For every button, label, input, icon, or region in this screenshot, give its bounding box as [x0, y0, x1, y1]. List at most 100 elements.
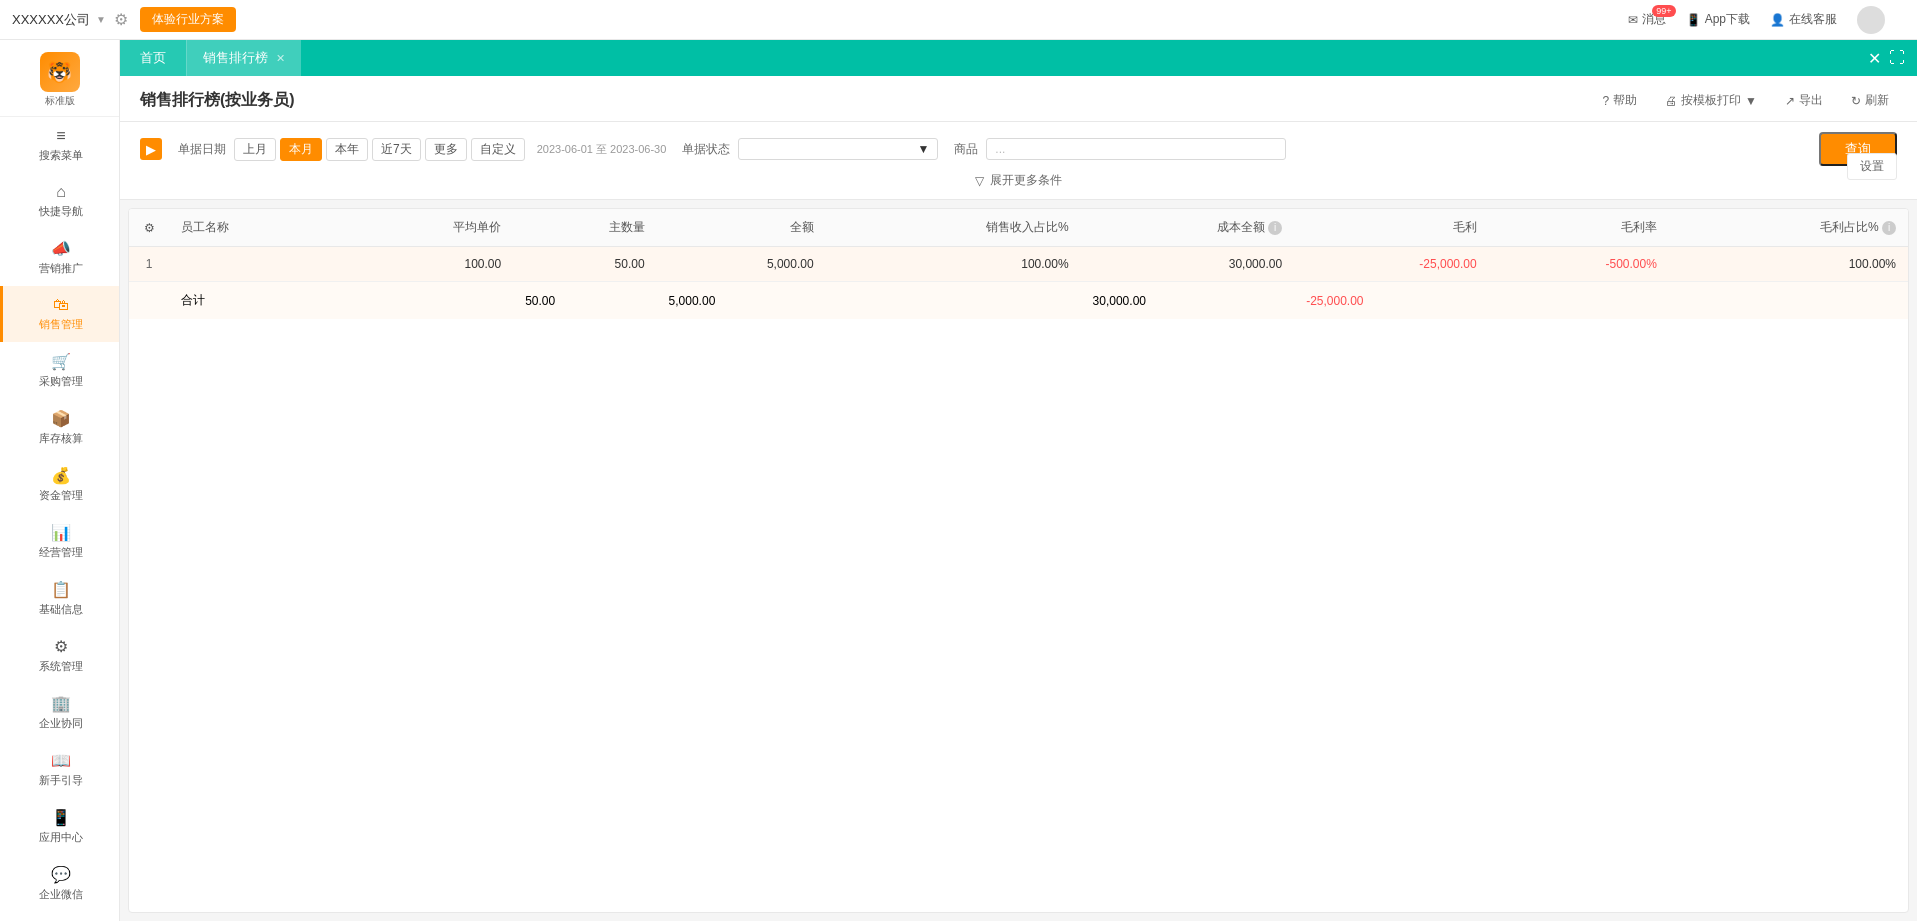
col-cost: 成本全额 i [1081, 209, 1295, 247]
purchase-icon: 🛒 [51, 352, 71, 371]
date-btn-more[interactable]: 更多 [425, 138, 467, 161]
date-btn-custom[interactable]: 自定义 [471, 138, 525, 161]
sidebar-item-inventory[interactable]: 📦 库存核算 [0, 399, 119, 456]
refresh-button[interactable]: ↻ 刷新 [1843, 88, 1897, 113]
cell-rank: 1 [129, 247, 169, 282]
app-center-icon: 📱 [51, 808, 71, 827]
settings-button[interactable]: 设置 [1847, 153, 1897, 180]
sidebar-item-search-order[interactable]: ≡ 搜索菜单 [0, 117, 119, 173]
online-service-label: 在线客服 [1789, 11, 1837, 28]
table-body: 1 100.00 50.00 5,000.00 100.00% 30,000.0… [129, 247, 1908, 282]
sidebar-item-operations[interactable]: 📊 经营管理 [0, 513, 119, 570]
sidebar-item-purchase[interactable]: 🛒 采购管理 [0, 342, 119, 399]
company-selector[interactable]: XXXXXX公司 ▼ [12, 11, 106, 29]
status-label: 单据状态 [682, 141, 730, 158]
sidebar-item-member[interactable]: V 畅会员 [0, 912, 119, 921]
trial-button[interactable]: 体验行业方案 [140, 7, 236, 32]
goods-placeholder: ... [995, 142, 1005, 156]
company-name: XXXXXX公司 [12, 11, 90, 29]
print-icon: 🖨 [1665, 94, 1677, 108]
help-label: 帮助 [1613, 92, 1637, 109]
page-actions: ? 帮助 🖨 按模板打印 ▼ ↗ 导出 ↻ [1594, 88, 1897, 113]
tab-close-window-icon[interactable]: ✕ [1868, 49, 1881, 68]
status-filter-group: 单据状态 ▼ [682, 138, 938, 160]
sidebar-item-sales-label: 销售管理 [39, 317, 83, 332]
table-footer: 合计 50.00 5,000.00 30,000.00 -25,000.00 [129, 282, 1908, 320]
sidebar-item-marketing-label: 营销推广 [39, 261, 83, 276]
sidebar-item-guide-label: 新手引导 [39, 773, 83, 788]
help-icon: ? [1602, 94, 1609, 108]
sidebar-item-finance[interactable]: 💰 资金管理 [0, 456, 119, 513]
logo-text: 标准版 [45, 94, 75, 108]
quick-nav-icon: ⌂ [56, 183, 66, 201]
export-icon: ↗ [1785, 94, 1795, 108]
status-select[interactable]: ▼ [738, 138, 938, 160]
app-download-label: App下载 [1705, 11, 1750, 28]
print-button[interactable]: 🖨 按模板打印 ▼ [1657, 88, 1765, 113]
operations-icon: 📊 [51, 523, 71, 542]
top-right-actions: ✉ 消息 99+ 📱 App下载 👤 在线客服 [1628, 6, 1905, 34]
help-button[interactable]: ? 帮助 [1594, 88, 1645, 113]
basic-info-icon: 📋 [51, 580, 71, 599]
goods-select[interactable]: ... [986, 138, 1286, 160]
sidebar-item-app-center[interactable]: 📱 应用中心 [0, 798, 119, 855]
sidebar-item-system-label: 系统管理 [39, 659, 83, 674]
settings-label: 设置 [1860, 159, 1884, 173]
col-main-qty: 主数量 [513, 209, 656, 247]
filter-expand-icon[interactable]: ▶ [140, 138, 162, 160]
table-row: 1 100.00 50.00 5,000.00 100.00% 30,000.0… [129, 247, 1908, 282]
cell-name [169, 247, 341, 282]
date-btn-this-year[interactable]: 本年 [326, 138, 368, 161]
message-button[interactable]: ✉ 消息 99+ [1628, 11, 1666, 28]
enterprise-icon: 🏢 [51, 694, 71, 713]
sidebar-item-quick-nav[interactable]: ⌂ 快捷导航 [0, 173, 119, 229]
date-btn-prev-month[interactable]: 上月 [234, 138, 276, 161]
avatar[interactable] [1857, 6, 1885, 34]
cell-sales-pct: 100.00% [826, 247, 1081, 282]
footer-row: 合计 50.00 5,000.00 30,000.00 -25,000.00 [129, 282, 1908, 320]
page-header: 销售排行榜(按业务员) ? 帮助 🖨 按模板打印 ▼ ↗ [120, 76, 1917, 122]
online-service-button[interactable]: 👤 在线客服 [1770, 11, 1837, 28]
footer-amount: 5,000.00 [657, 282, 826, 320]
date-btn-this-month[interactable]: 本月 [280, 138, 322, 161]
top-bar: XXXXXX公司 ▼ ⚙ 体验行业方案 ✉ 消息 99+ 📱 App下载 👤 在… [0, 0, 1917, 40]
export-button[interactable]: ↗ 导出 [1777, 88, 1831, 113]
filter-row: ▶ 单据日期 上月 本月 本年 近7天 更多 自定义 2023-06-01 至 … [140, 132, 1897, 166]
sidebar-item-marketing[interactable]: 📣 营销推广 [0, 229, 119, 286]
tab-home[interactable]: 首页 [120, 40, 186, 76]
topbar-gear-icon[interactable]: ⚙ [114, 10, 128, 29]
tab-close-icon[interactable]: ✕ [276, 52, 285, 65]
col-sales-pct: 销售收入占比% [826, 209, 1081, 247]
more-conditions-toggle[interactable]: ▽ 展开更多条件 [140, 166, 1897, 189]
sidebar-item-operations-label: 经营管理 [39, 545, 83, 560]
sidebar-item-inventory-label: 库存核算 [39, 431, 83, 446]
col-settings[interactable]: ⚙ [129, 209, 169, 247]
tab-home-label: 首页 [140, 49, 166, 67]
sidebar-item-enterprise[interactable]: 🏢 企业协同 [0, 684, 119, 741]
sidebar-item-app-center-label: 应用中心 [39, 830, 83, 845]
tab-sales-ranking[interactable]: 销售排行榜 ✕ [186, 40, 301, 76]
sidebar-item-wechat[interactable]: 💬 企业微信 [0, 855, 119, 912]
sidebar-item-guide[interactable]: 📖 新手引导 [0, 741, 119, 798]
print-label: 按模板打印 [1681, 92, 1741, 109]
footer-avg-price [341, 282, 513, 320]
cell-avg-price: 100.00 [341, 247, 513, 282]
footer-empty [129, 282, 169, 320]
filter-area: ▶ 单据日期 上月 本月 本年 近7天 更多 自定义 2023-06-01 至 … [120, 122, 1917, 200]
finance-icon: 💰 [51, 466, 71, 485]
footer-cost: 30,000.00 [1081, 282, 1295, 320]
col-gross-rate: 毛利率 [1489, 209, 1669, 247]
sidebar-item-basic-info[interactable]: 📋 基础信息 [0, 570, 119, 627]
print-chevron-icon: ▼ [1745, 94, 1757, 108]
sidebar-item-enterprise-label: 企业协同 [39, 716, 83, 731]
page-title: 销售排行榜(按业务员) [140, 90, 295, 111]
service-icon: 👤 [1770, 13, 1785, 27]
company-chevron-icon: ▼ [96, 14, 106, 25]
sidebar-item-sales[interactable]: 🛍 销售管理 [0, 286, 119, 342]
tab-bar: 首页 销售排行榜 ✕ ✕ ⛶ [120, 40, 1917, 76]
app-download-button[interactable]: 📱 App下载 [1686, 11, 1750, 28]
date-btn-7days[interactable]: 近7天 [372, 138, 421, 161]
tab-maximize-icon[interactable]: ⛶ [1889, 49, 1905, 67]
sidebar-item-wechat-label: 企业微信 [39, 887, 83, 902]
sidebar-item-system[interactable]: ⚙ 系统管理 [0, 627, 119, 684]
